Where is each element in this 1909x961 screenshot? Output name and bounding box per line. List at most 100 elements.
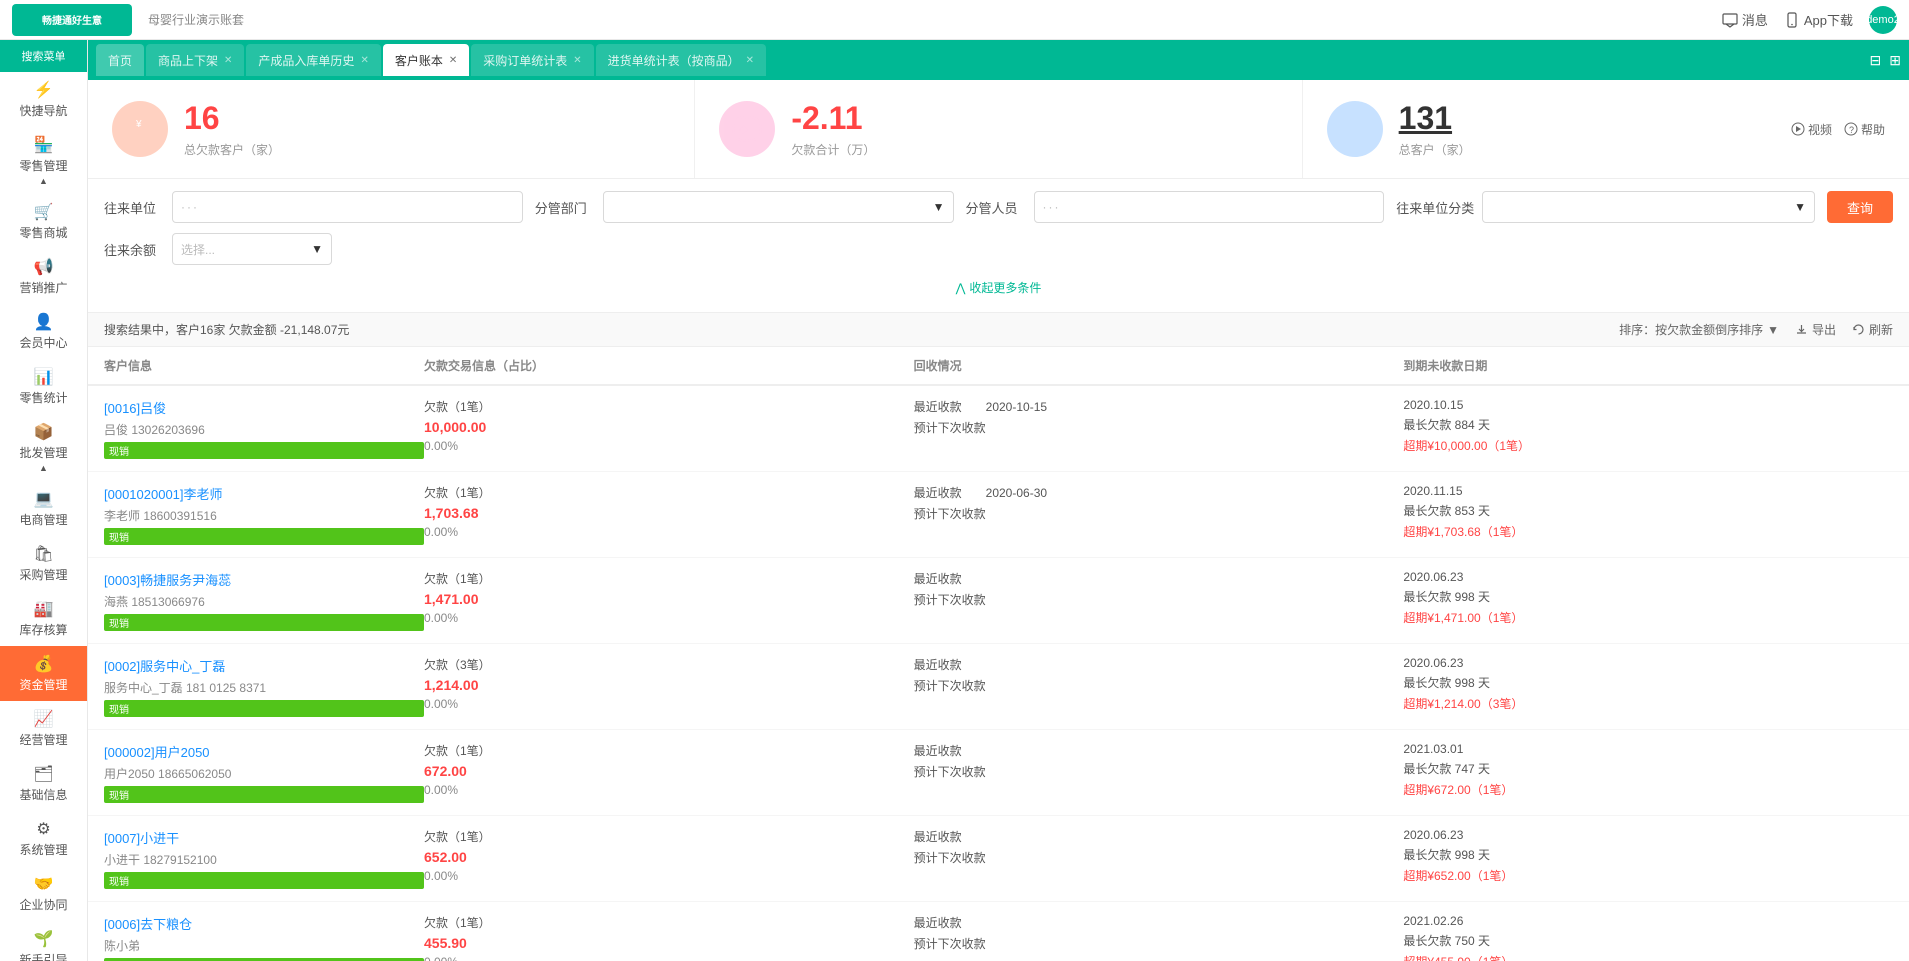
tab-products[interactable]: 商品上下架 ✕ — [146, 44, 244, 76]
data-table: 客户信息 欠款交易信息（占比） 回收情况 到期未收款日期 [0016]吕俊 吕俊… — [88, 347, 1909, 961]
overdue-amount-6[interactable]: 超期¥455.90（1笔） — [1403, 953, 1893, 961]
sidebar-item-finance[interactable]: 💰 资金管理 — [0, 646, 87, 701]
customer-sub-6: 陈小弟 — [104, 937, 424, 954]
filter-dept-select[interactable]: ▼ — [603, 191, 954, 223]
sidebar-search[interactable]: 搜索菜单 — [0, 40, 87, 72]
overdue-info-1: 2020.11.15 最长欠款 853 天 超期¥1,703.68（1笔） — [1403, 484, 1893, 540]
debt-info-3: 欠款（3笔） 1,214.00 0.00% — [424, 656, 914, 711]
export-icon — [1795, 323, 1808, 336]
help-btn[interactable]: ? 帮助 — [1844, 121, 1885, 138]
avatar[interactable]: demo2 — [1869, 6, 1897, 34]
tab-production[interactable]: 产成品入库单历史 ✕ — [246, 44, 380, 76]
tab-purchase-order-close[interactable]: ✕ — [573, 55, 581, 66]
filter-category: 往来单位分类 ▼ — [1396, 191, 1815, 223]
overdue-amount-5[interactable]: 超期¥652.00（1笔） — [1403, 867, 1893, 884]
overdue-amount-0[interactable]: 超期¥10,000.00（1笔） — [1403, 437, 1893, 454]
app-download-btn[interactable]: App下载 — [1784, 10, 1853, 29]
stat-number-debt-amount: -2.11 — [791, 100, 875, 137]
overdue-amount-4[interactable]: 超期¥672.00（1笔） — [1403, 781, 1893, 798]
corp-icon: 🤝 — [34, 874, 54, 894]
table-row: [0016]吕俊 吕俊 13026203696 现销 欠款（1笔） 10,000… — [88, 386, 1909, 472]
collection-info-3: 最近收款 预计下次收款 — [914, 656, 1404, 694]
tab-expand-btn[interactable]: ⊞ — [1889, 52, 1901, 69]
customer-name-6[interactable]: [0006]去下粮仓 — [104, 914, 424, 933]
customer-name-0[interactable]: [0016]吕俊 — [104, 398, 424, 417]
purchase-icon: 🛍 — [33, 544, 53, 564]
sidebar-item-ecommerce[interactable]: 💻 电商管理 — [0, 481, 87, 536]
collection-next-1: 预计下次收款 — [914, 505, 1404, 522]
batch-icon: 📦 — [34, 422, 54, 442]
search-button[interactable]: 查询 — [1827, 191, 1893, 223]
overdue-amount-1[interactable]: 超期¥1,703.68（1笔） — [1403, 523, 1893, 540]
refresh-btn[interactable]: 刷新 — [1852, 321, 1893, 338]
tab-production-close[interactable]: ✕ — [360, 55, 368, 66]
tab-home[interactable]: 首页 — [96, 44, 144, 76]
collapse-btn[interactable]: ⋀ 收起更多条件 — [104, 275, 1893, 300]
overdue-amount-2[interactable]: 超期¥1,471.00（1笔） — [1403, 609, 1893, 626]
content-area: 首页 商品上下架 ✕ 产成品入库单历史 ✕ 客户账本 ✕ 采购订单统计表 ✕ — [88, 40, 1909, 961]
debt-amount-6: 455.90 — [424, 935, 914, 951]
sidebar-item-corp[interactable]: 🤝 企业协同 — [0, 866, 87, 921]
sidebar: 搜索菜单 ⚡ 快捷导航 🏪 零售管理 ▲ 🛒 零售商城 📢 营销推广 👤 会 — [0, 40, 88, 961]
customer-tag-0: 现销 — [104, 442, 424, 459]
sidebar-item-batch-mgmt[interactable]: 📦 批发管理 ▲ — [0, 414, 87, 481]
customer-tag-5: 现销 — [104, 872, 424, 889]
stat-label-total: 总客户（家） — [1399, 141, 1471, 158]
stats-row: ¥ 16 总欠款客户（家） ◇ — [88, 80, 1909, 179]
debt-percent-3: 0.00% — [424, 697, 914, 711]
message-btn[interactable]: 消息 — [1722, 10, 1768, 29]
overdue-info-4: 2021.03.01 最长欠款 747 天 超期¥672.00（1笔） — [1403, 742, 1893, 798]
collection-info-1: 最近收款 2020-06-30 预计下次收款 — [914, 484, 1404, 522]
debt-count-3: 欠款（3笔） — [424, 656, 914, 673]
customer-sub-5: 小进干 18279152100 — [104, 851, 424, 868]
overdue-amount-3[interactable]: 超期¥1,214.00（3笔） — [1403, 695, 1893, 712]
debt-info-0: 欠款（1笔） 10,000.00 0.00% — [424, 398, 914, 453]
customer-name-2[interactable]: [0003]畅捷服务尹海蕊 — [104, 570, 424, 589]
sort-btn[interactable]: 排序：按欠款金额倒序排序 ▼ — [1619, 321, 1779, 338]
filter-balance-select[interactable]: 选择... ▼ — [172, 233, 332, 265]
sidebar-item-member[interactable]: 👤 会员中心 — [0, 304, 87, 359]
customer-name-5[interactable]: [0007]小进干 — [104, 828, 424, 847]
sidebar-item-system[interactable]: ⚙ 系统管理 — [0, 811, 87, 866]
stat-number-debt-customers: 16 — [184, 100, 280, 137]
sidebar-item-retail-mgmt[interactable]: 🏪 零售管理 ▲ — [0, 127, 87, 194]
sidebar-item-retail-store[interactable]: 🛒 零售商城 — [0, 194, 87, 249]
overdue-days-1: 最长欠款 853 天 — [1403, 502, 1893, 519]
top-bar-left: 畅捷通好生意 母婴行业演示账套 — [12, 4, 244, 36]
debt-count-1: 欠款（1笔） — [424, 484, 914, 501]
result-bar: 搜索结果中，客户16家 欠款金额 -21,148.07元 排序：按欠款金额倒序排… — [88, 313, 1909, 347]
collection-next-6: 预计下次收款 — [914, 935, 1404, 952]
collection-info-2: 最近收款 预计下次收款 — [914, 570, 1404, 608]
sidebar-item-basic[interactable]: 🗂 基础信息 — [0, 756, 87, 811]
sidebar-item-quick-nav[interactable]: ⚡ 快捷导航 — [0, 72, 87, 127]
tab-collapse-btn[interactable]: ⊟ — [1870, 52, 1882, 69]
tab-customer-account-close[interactable]: ✕ — [449, 55, 457, 66]
filter-category-select[interactable]: ▼ — [1482, 191, 1815, 223]
export-btn[interactable]: 导出 — [1795, 321, 1836, 338]
tab-bar-actions: ⊟ ⊞ — [1870, 52, 1901, 69]
customer-name-1[interactable]: [0001020001]李老师 — [104, 484, 424, 503]
sidebar-item-newbie[interactable]: 🌱 新手引导 — [0, 921, 87, 961]
sidebar-item-inventory[interactable]: 🏭 库存核算 — [0, 591, 87, 646]
sidebar-item-operation[interactable]: 📈 经营管理 — [0, 701, 87, 756]
sidebar-item-retail-stats[interactable]: 📊 零售统计 — [0, 359, 87, 414]
overdue-days-6: 最长欠款 750 天 — [1403, 932, 1893, 949]
filter-person-input[interactable]: ··· — [1034, 191, 1385, 223]
tab-products-close[interactable]: ✕ — [224, 55, 232, 66]
table-row: [0002]服务中心_丁磊 服务中心_丁磊 181 0125 8371 现销 欠… — [88, 644, 1909, 730]
sidebar-item-purchase[interactable]: 🛍 采购管理 — [0, 536, 87, 591]
tab-import-stats-close[interactable]: ✕ — [746, 55, 754, 66]
filter-supplier-input[interactable]: ··· — [172, 191, 523, 223]
tab-customer-account[interactable]: 客户账本 ✕ — [383, 44, 469, 76]
tab-purchase-order[interactable]: 采购订单统计表 ✕ — [471, 44, 593, 76]
help-icon: ? — [1844, 122, 1858, 136]
stat-card-debt-customers: ¥ 16 总欠款客户（家） — [88, 80, 695, 178]
customer-name-4[interactable]: [000002]用户2050 — [104, 742, 424, 761]
stat-icon-debt: ◇ — [719, 101, 775, 157]
tab-import-stats[interactable]: 进货单统计表（按商品） ✕ — [596, 44, 766, 76]
overdue-date-3: 2020.06.23 — [1403, 656, 1893, 670]
sidebar-item-marketing[interactable]: 📢 营销推广 — [0, 249, 87, 304]
overdue-date-0: 2020.10.15 — [1403, 398, 1893, 412]
customer-name-3[interactable]: [0002]服务中心_丁磊 — [104, 656, 424, 675]
video-btn[interactable]: 视频 — [1791, 121, 1832, 138]
